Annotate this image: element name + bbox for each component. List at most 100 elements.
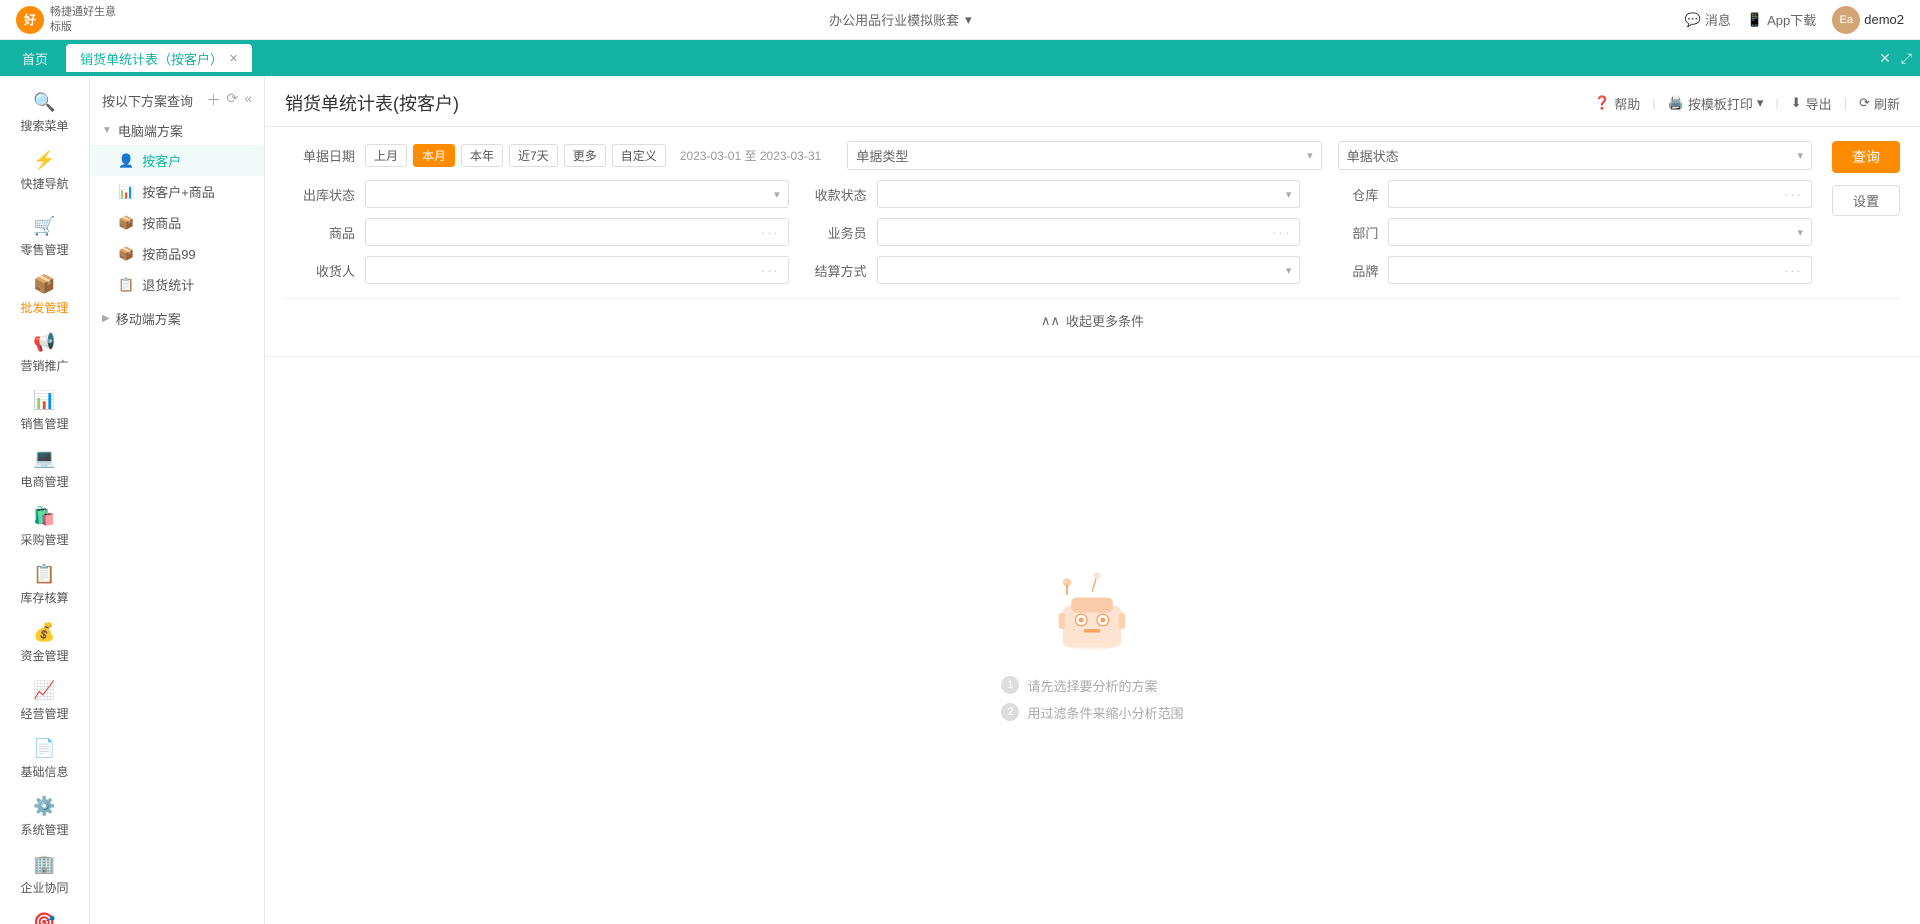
help-button[interactable]: ❓ 帮助	[1594, 94, 1640, 113]
query-button[interactable]: 查询	[1832, 141, 1900, 173]
export-icon: ⬇	[1791, 95, 1802, 111]
chevron-right-icon: ▶	[102, 313, 110, 324]
enterprise-icon: 🏢	[33, 854, 55, 875]
refresh-scheme-icon[interactable]: ⟳	[226, 90, 238, 110]
sidebar-item-retail[interactable]: 🛒 零售管理	[5, 208, 85, 266]
scheme-item-by-customer-product[interactable]: 📊 按客户+商品	[90, 176, 264, 207]
sidebar-item-quick-nav[interactable]: ⚡ 快捷导航	[5, 142, 85, 200]
content-area: 销货单统计表(按客户) ❓ 帮助 | 🖨️ 按模板打印 ▾ | ⬇ 导出 |	[265, 76, 1920, 924]
scheme-item-label-product99: 按商品99	[142, 244, 195, 263]
tab-close-icon[interactable]: ✕	[229, 52, 238, 65]
download-icon: 📱	[1747, 12, 1763, 28]
avatar: Ea	[1832, 6, 1860, 34]
maximize-icon[interactable]: ⤢	[1901, 50, 1912, 67]
warehouse-input[interactable]: ···	[1388, 180, 1812, 208]
close-window-icon[interactable]: ✕	[1879, 50, 1891, 67]
tip-num-2: 2	[1001, 703, 1019, 721]
product-input[interactable]: ···	[365, 218, 789, 246]
order-type-label: 单据类型	[856, 146, 908, 165]
marketing-icon: 📢	[33, 332, 55, 353]
order-status-select[interactable]: 单据状态 ▾	[1338, 141, 1812, 170]
page-title: 销货单统计表(按客户)	[285, 90, 459, 116]
scheme-item-label-customer-product: 按客户+商品	[142, 182, 215, 201]
app-download-button[interactable]: 📱 App下载	[1747, 10, 1816, 29]
tab-home-label: 首页	[22, 49, 48, 68]
product-scheme-icon: 📦	[118, 215, 134, 231]
messages-button[interactable]: 💬 消息	[1685, 10, 1731, 29]
industry-name: 办公用品行业模拟账套	[829, 10, 959, 29]
brand-input[interactable]: ···	[1388, 256, 1812, 284]
refresh-icon: ⟳	[1859, 95, 1870, 111]
date-btn-last-7[interactable]: 近7天	[509, 144, 558, 167]
sidebar-item-inventory[interactable]: 📋 库存核算	[5, 556, 85, 614]
sidebar-item-search-menu[interactable]: 🔍 搜索菜单	[5, 84, 85, 142]
salesperson-input[interactable]: ···	[877, 218, 1301, 246]
user-area[interactable]: Ea demo2	[1832, 6, 1904, 34]
sidebar-item-sales[interactable]: 📊 销售管理	[5, 382, 85, 440]
department-select[interactable]: ▾	[1388, 218, 1812, 246]
sidebar-item-marketing[interactable]: 📢 营销推广	[5, 324, 85, 382]
date-btn-this-month[interactable]: 本月	[413, 144, 455, 167]
sidebar-item-purchase[interactable]: 🛍️ 采购管理	[5, 498, 85, 556]
scheme-group-mobile-header[interactable]: ▶ 移动端方案	[90, 304, 264, 333]
sidebar-item-ecommerce[interactable]: 💻 电商管理	[5, 440, 85, 498]
receiver-dots: ···	[761, 263, 780, 278]
payment-status-filter-label: 收款状态	[797, 185, 877, 204]
scheme-group-pc-header[interactable]: ▼ 电脑端方案	[90, 116, 264, 145]
refresh-button[interactable]: ⟳ 刷新	[1859, 94, 1900, 113]
export-button[interactable]: ⬇ 导出	[1791, 94, 1832, 113]
date-btn-custom[interactable]: 自定义	[612, 144, 666, 167]
return-scheme-icon: 📋	[118, 277, 134, 293]
tab-maximize-area: ✕ ⤢	[1879, 50, 1912, 67]
sidebar-item-operations[interactable]: 📈 经营管理	[5, 672, 85, 730]
date-label: 单据日期	[285, 146, 365, 165]
warehouse-dots: ···	[1784, 187, 1803, 202]
main-layout: 🔍 搜索菜单 ⚡ 快捷导航 🛒 零售管理 📦 批发管理 📢 营销推广 📊 销售管…	[0, 76, 1920, 924]
filter-area: 单据日期 上月 本月 本年 近7天 更多 自定义 2023-03-01 至 20…	[265, 127, 1920, 357]
print-icon: 🖨️	[1668, 95, 1684, 111]
sidebar-label-sales: 销售管理	[20, 415, 68, 432]
settlement-filter-label: 结算方式	[797, 261, 877, 280]
payment-status-select[interactable]: ▾	[877, 180, 1301, 208]
settings-button[interactable]: 设置	[1832, 185, 1900, 216]
add-scheme-icon[interactable]: ＋	[206, 90, 220, 110]
collapse-scheme-icon[interactable]: «	[244, 90, 252, 110]
out-status-select[interactable]: ▾	[365, 180, 789, 208]
sidebar-label-operations: 经营管理	[20, 705, 68, 722]
sidebar-item-basic-info[interactable]: 📄 基础信息	[5, 730, 85, 788]
collapse-button[interactable]: ∧∧ 收起更多条件	[1035, 305, 1150, 336]
sales-icon: 📊	[33, 390, 55, 411]
sidebar-label-purchase: 采购管理	[20, 531, 68, 548]
collapse-label: 收起更多条件	[1066, 311, 1144, 330]
tab-home[interactable]: 首页	[8, 44, 62, 72]
date-btn-this-year[interactable]: 本年	[461, 144, 503, 167]
settlement-select[interactable]: ▾	[877, 256, 1301, 284]
scheme-item-by-customer[interactable]: 👤 按客户	[90, 145, 264, 176]
sidebar-label-basic: 基础信息	[20, 763, 68, 780]
receiver-input[interactable]: ···	[365, 256, 789, 284]
sidebar-label-finance: 资金管理	[20, 647, 68, 664]
sidebar-item-newbie[interactable]: 🎯 新手引导	[5, 904, 85, 924]
scheme-item-by-product-99[interactable]: 📦 按商品99	[90, 238, 264, 269]
page-actions: ❓ 帮助 | 🖨️ 按模板打印 ▾ | ⬇ 导出 | ⟳ 刷新	[1594, 94, 1900, 113]
date-btn-more[interactable]: 更多	[564, 144, 606, 167]
scheme-panel: 按以下方案查询 ＋ ⟳ « ▼ 电脑端方案 👤 按客户 📊 按客户+商品 📦	[90, 76, 265, 924]
tab-sales-stat[interactable]: 销货单统计表（按客户） ✕	[66, 44, 252, 72]
divider1: |	[1652, 96, 1655, 111]
filter-main: 单据日期 上月 本月 本年 近7天 更多 自定义 2023-03-01 至 20…	[285, 141, 1820, 294]
scheme-item-return-stats[interactable]: 📋 退货统计	[90, 269, 264, 300]
sidebar-item-wholesale[interactable]: 📦 批发管理	[5, 266, 85, 324]
print-button[interactable]: 🖨️ 按模板打印 ▾	[1668, 94, 1764, 113]
industry-selector-area[interactable]: 办公用品行业模拟账套 ▾	[829, 10, 972, 29]
scheme-group-pc: ▼ 电脑端方案 👤 按客户 📊 按客户+商品 📦 按商品 📦 按商品99 📋	[90, 116, 264, 300]
sidebar-item-enterprise[interactable]: 🏢 企业协同	[5, 846, 85, 904]
order-type-select[interactable]: 单据类型 ▾	[847, 141, 1321, 170]
date-btn-last-month[interactable]: 上月	[365, 144, 407, 167]
results-area: 1 请先选择要分析的方案 2 用过滤条件来缩小分析范围	[265, 357, 1920, 924]
sidebar-item-finance[interactable]: 💰 资金管理	[5, 614, 85, 672]
order-type-chevron-icon: ▾	[1307, 149, 1313, 162]
sidebar-item-system[interactable]: ⚙️ 系统管理	[5, 788, 85, 846]
scheme-item-by-product[interactable]: 📦 按商品	[90, 207, 264, 238]
tab-bar: 首页 销货单统计表（按客户） ✕ ✕ ⤢	[0, 40, 1920, 76]
help-icon: ❓	[1594, 95, 1610, 111]
